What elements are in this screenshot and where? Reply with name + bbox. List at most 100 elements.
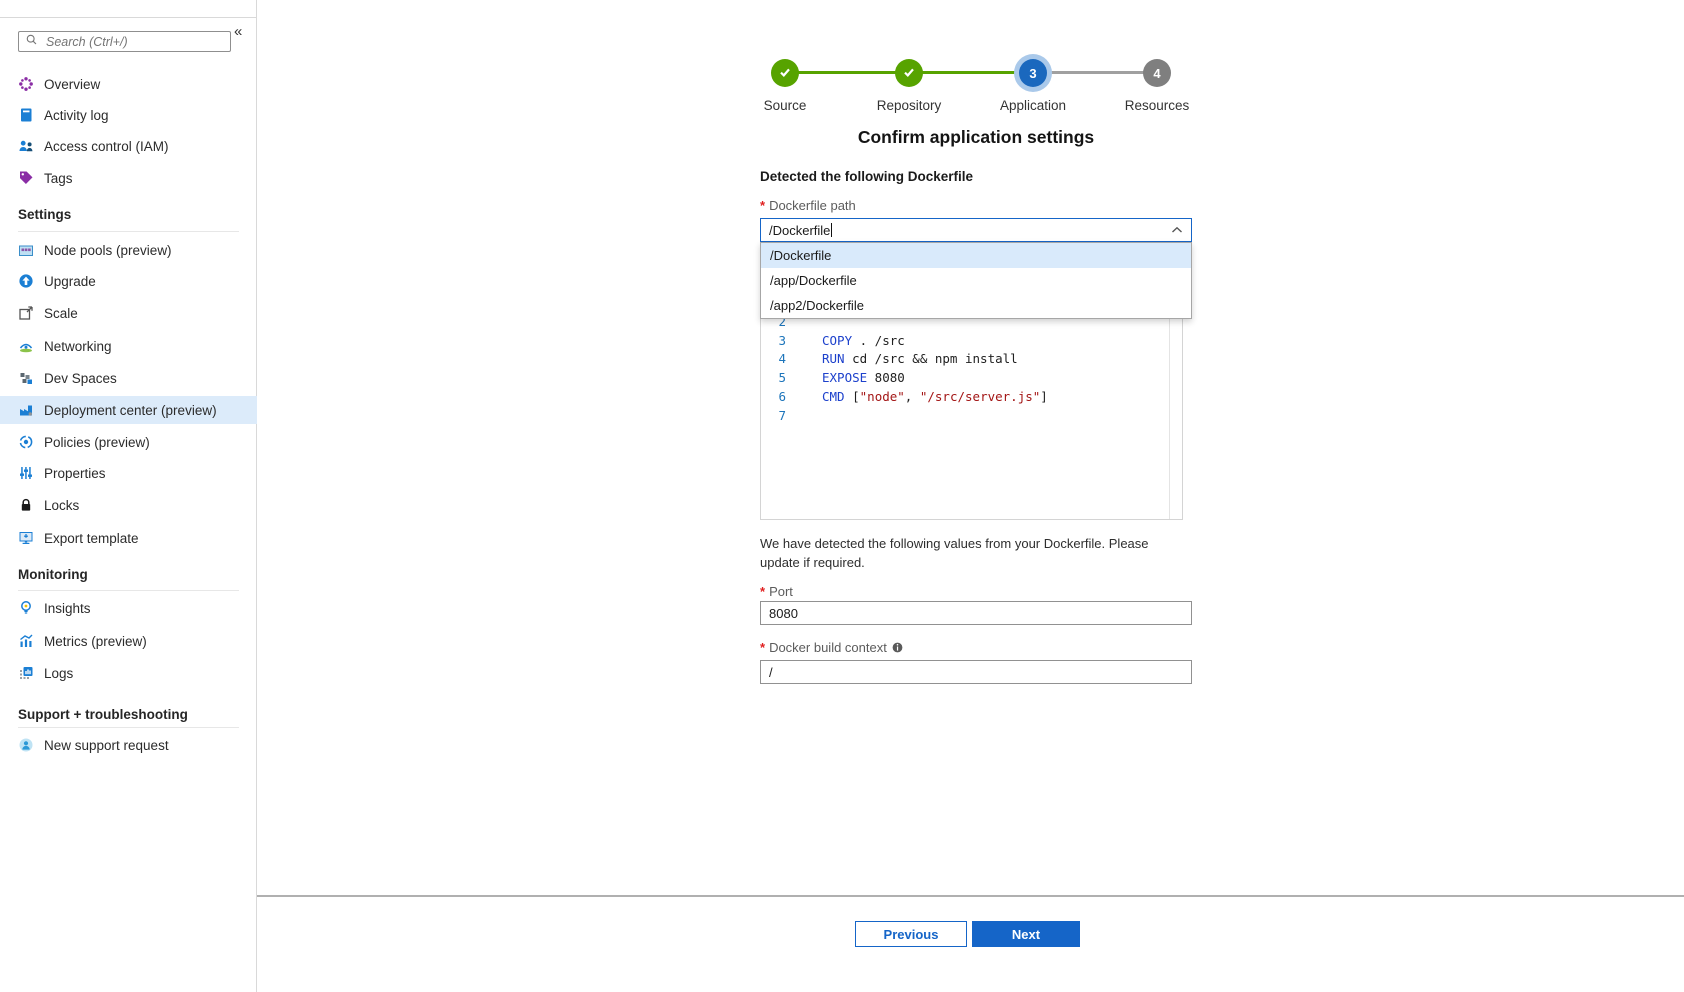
- step-number: 4: [1153, 66, 1160, 81]
- sidebar-item-locks[interactable]: Locks: [0, 491, 257, 519]
- sidebar: « Overview Activity log Access control (…: [0, 0, 257, 992]
- wizard-step-resources-label: Resources: [1087, 98, 1227, 113]
- required-asterisk: *: [760, 640, 765, 655]
- line-number: 3: [760, 332, 786, 351]
- text-cursor: [831, 223, 832, 237]
- build-context-input[interactable]: [760, 660, 1192, 684]
- dropdown-option[interactable]: /app2/Dockerfile: [761, 293, 1191, 318]
- dockerfile-code: 2 3COPY . /src 4RUN cd /src && npm insta…: [760, 313, 1160, 425]
- monitoring-section-label: Monitoring: [18, 567, 88, 582]
- sidebar-item-label: Locks: [44, 498, 79, 513]
- required-asterisk: *: [760, 198, 765, 213]
- line-number: 5: [760, 369, 786, 388]
- wizard-connector-todo: [1033, 71, 1157, 74]
- next-button[interactable]: Next: [972, 921, 1080, 947]
- deployment-center-icon: [18, 402, 34, 418]
- build-context-label: * Docker build context: [760, 640, 904, 655]
- line-number: 4: [760, 350, 786, 369]
- wizard-step-source-circle: [771, 59, 799, 87]
- section-divider: [18, 590, 239, 591]
- tags-icon: [18, 170, 34, 186]
- section-divider: [18, 727, 239, 728]
- settings-section-label: Settings: [18, 207, 71, 222]
- sidebar-item-label: Logs: [44, 666, 73, 681]
- sidebar-item-dev-spaces[interactable]: Dev Spaces: [0, 364, 257, 392]
- sidebar-item-label: Policies (preview): [44, 435, 150, 450]
- chevron-up-icon[interactable]: [1171, 226, 1183, 234]
- sidebar-item-label: Properties: [44, 466, 106, 481]
- sidebar-item-label: Networking: [44, 339, 112, 354]
- sidebar-item-metrics[interactable]: Metrics (preview): [0, 627, 257, 655]
- sidebar-item-upgrade[interactable]: Upgrade: [0, 267, 257, 295]
- metrics-icon: [18, 633, 34, 649]
- section-divider: [18, 231, 239, 232]
- port-label: * Port: [760, 584, 793, 599]
- wizard-step-source-label: Source: [715, 98, 855, 113]
- wizard-step-repository-circle: [895, 59, 923, 87]
- scale-icon: [18, 305, 34, 321]
- sidebar-item-label: Tags: [44, 171, 73, 186]
- support-request-icon: [18, 737, 34, 753]
- dropdown-option[interactable]: /Dockerfile: [761, 243, 1191, 268]
- sidebar-item-node-pools[interactable]: Node pools (preview): [0, 236, 257, 264]
- search-input[interactable]: [44, 34, 224, 50]
- line-number: 6: [760, 388, 786, 407]
- sidebar-item-networking[interactable]: Networking: [0, 332, 257, 360]
- logs-icon: [18, 665, 34, 681]
- overview-icon: [18, 76, 34, 92]
- sidebar-item-properties[interactable]: Properties: [0, 459, 257, 487]
- required-asterisk: *: [760, 584, 765, 599]
- line-number: 7: [760, 407, 786, 426]
- wizard-step-resources-circle: 4: [1143, 59, 1171, 87]
- sidebar-item-access-control[interactable]: Access control (IAM): [0, 132, 257, 160]
- dockerfile-path-input[interactable]: /Dockerfile: [760, 218, 1192, 242]
- node-pools-icon: [18, 242, 34, 258]
- sidebar-item-label: Scale: [44, 306, 78, 321]
- sidebar-item-overview[interactable]: Overview: [0, 70, 257, 98]
- port-input[interactable]: [760, 601, 1192, 625]
- info-icon[interactable]: [891, 641, 904, 654]
- sidebar-item-export-template[interactable]: Export template: [0, 524, 257, 552]
- footer-divider: [257, 895, 1684, 897]
- search-icon: [25, 33, 38, 51]
- activity-log-icon: [18, 107, 34, 123]
- sidebar-item-scale[interactable]: Scale: [0, 299, 257, 327]
- dockerfile-path-dropdown: /Dockerfile /app/Dockerfile /app2/Docker…: [760, 242, 1192, 319]
- sidebar-item-label: Metrics (preview): [44, 634, 147, 649]
- step-number: 3: [1029, 66, 1036, 81]
- code-line: 4RUN cd /src && npm install: [760, 350, 1160, 369]
- sidebar-item-label: Node pools (preview): [44, 243, 172, 258]
- upgrade-icon: [18, 273, 34, 289]
- sidebar-item-label: Access control (IAM): [44, 139, 169, 154]
- sidebar-item-tags[interactable]: Tags: [0, 164, 257, 192]
- page-title: Confirm application settings: [760, 127, 1192, 148]
- sidebar-item-label: Dev Spaces: [44, 371, 117, 386]
- sidebar-item-policies[interactable]: Policies (preview): [0, 428, 257, 456]
- wizard-step-application-label: Application: [963, 98, 1103, 113]
- support-section-label: Support + troubleshooting: [18, 707, 188, 722]
- networking-icon: [18, 338, 34, 354]
- sidebar-item-new-support-request[interactable]: New support request: [0, 731, 257, 759]
- dockerfile-path-label: * Dockerfile path: [760, 198, 856, 213]
- sidebar-item-deployment-center[interactable]: Deployment center (preview): [0, 396, 257, 424]
- note-text: We have detected the following values fr…: [760, 534, 1192, 572]
- check-icon: [901, 64, 917, 83]
- sidebar-item-label: New support request: [44, 738, 169, 753]
- access-control-icon: [18, 138, 34, 154]
- sidebar-item-label: Deployment center (preview): [44, 403, 217, 418]
- sidebar-item-activity-log[interactable]: Activity log: [0, 101, 257, 129]
- dockerfile-heading: Detected the following Dockerfile: [760, 169, 973, 184]
- dev-spaces-icon: [18, 370, 34, 386]
- check-icon: [777, 64, 793, 83]
- sidebar-item-insights[interactable]: Insights: [0, 594, 257, 622]
- sidebar-item-logs[interactable]: Logs: [0, 659, 257, 687]
- sidebar-item-label: Insights: [44, 601, 91, 616]
- code-line: 5EXPOSE 8080: [760, 369, 1160, 388]
- code-line: 7: [760, 407, 1160, 426]
- dropdown-option[interactable]: /app/Dockerfile: [761, 268, 1191, 293]
- sidebar-search[interactable]: [18, 31, 231, 52]
- collapse-sidebar-button[interactable]: «: [234, 24, 242, 39]
- page: » Kubernetes service « Overview Activity…: [0, 0, 1684, 992]
- previous-button[interactable]: Previous: [855, 921, 967, 947]
- sidebar-item-label: Activity log: [44, 108, 109, 123]
